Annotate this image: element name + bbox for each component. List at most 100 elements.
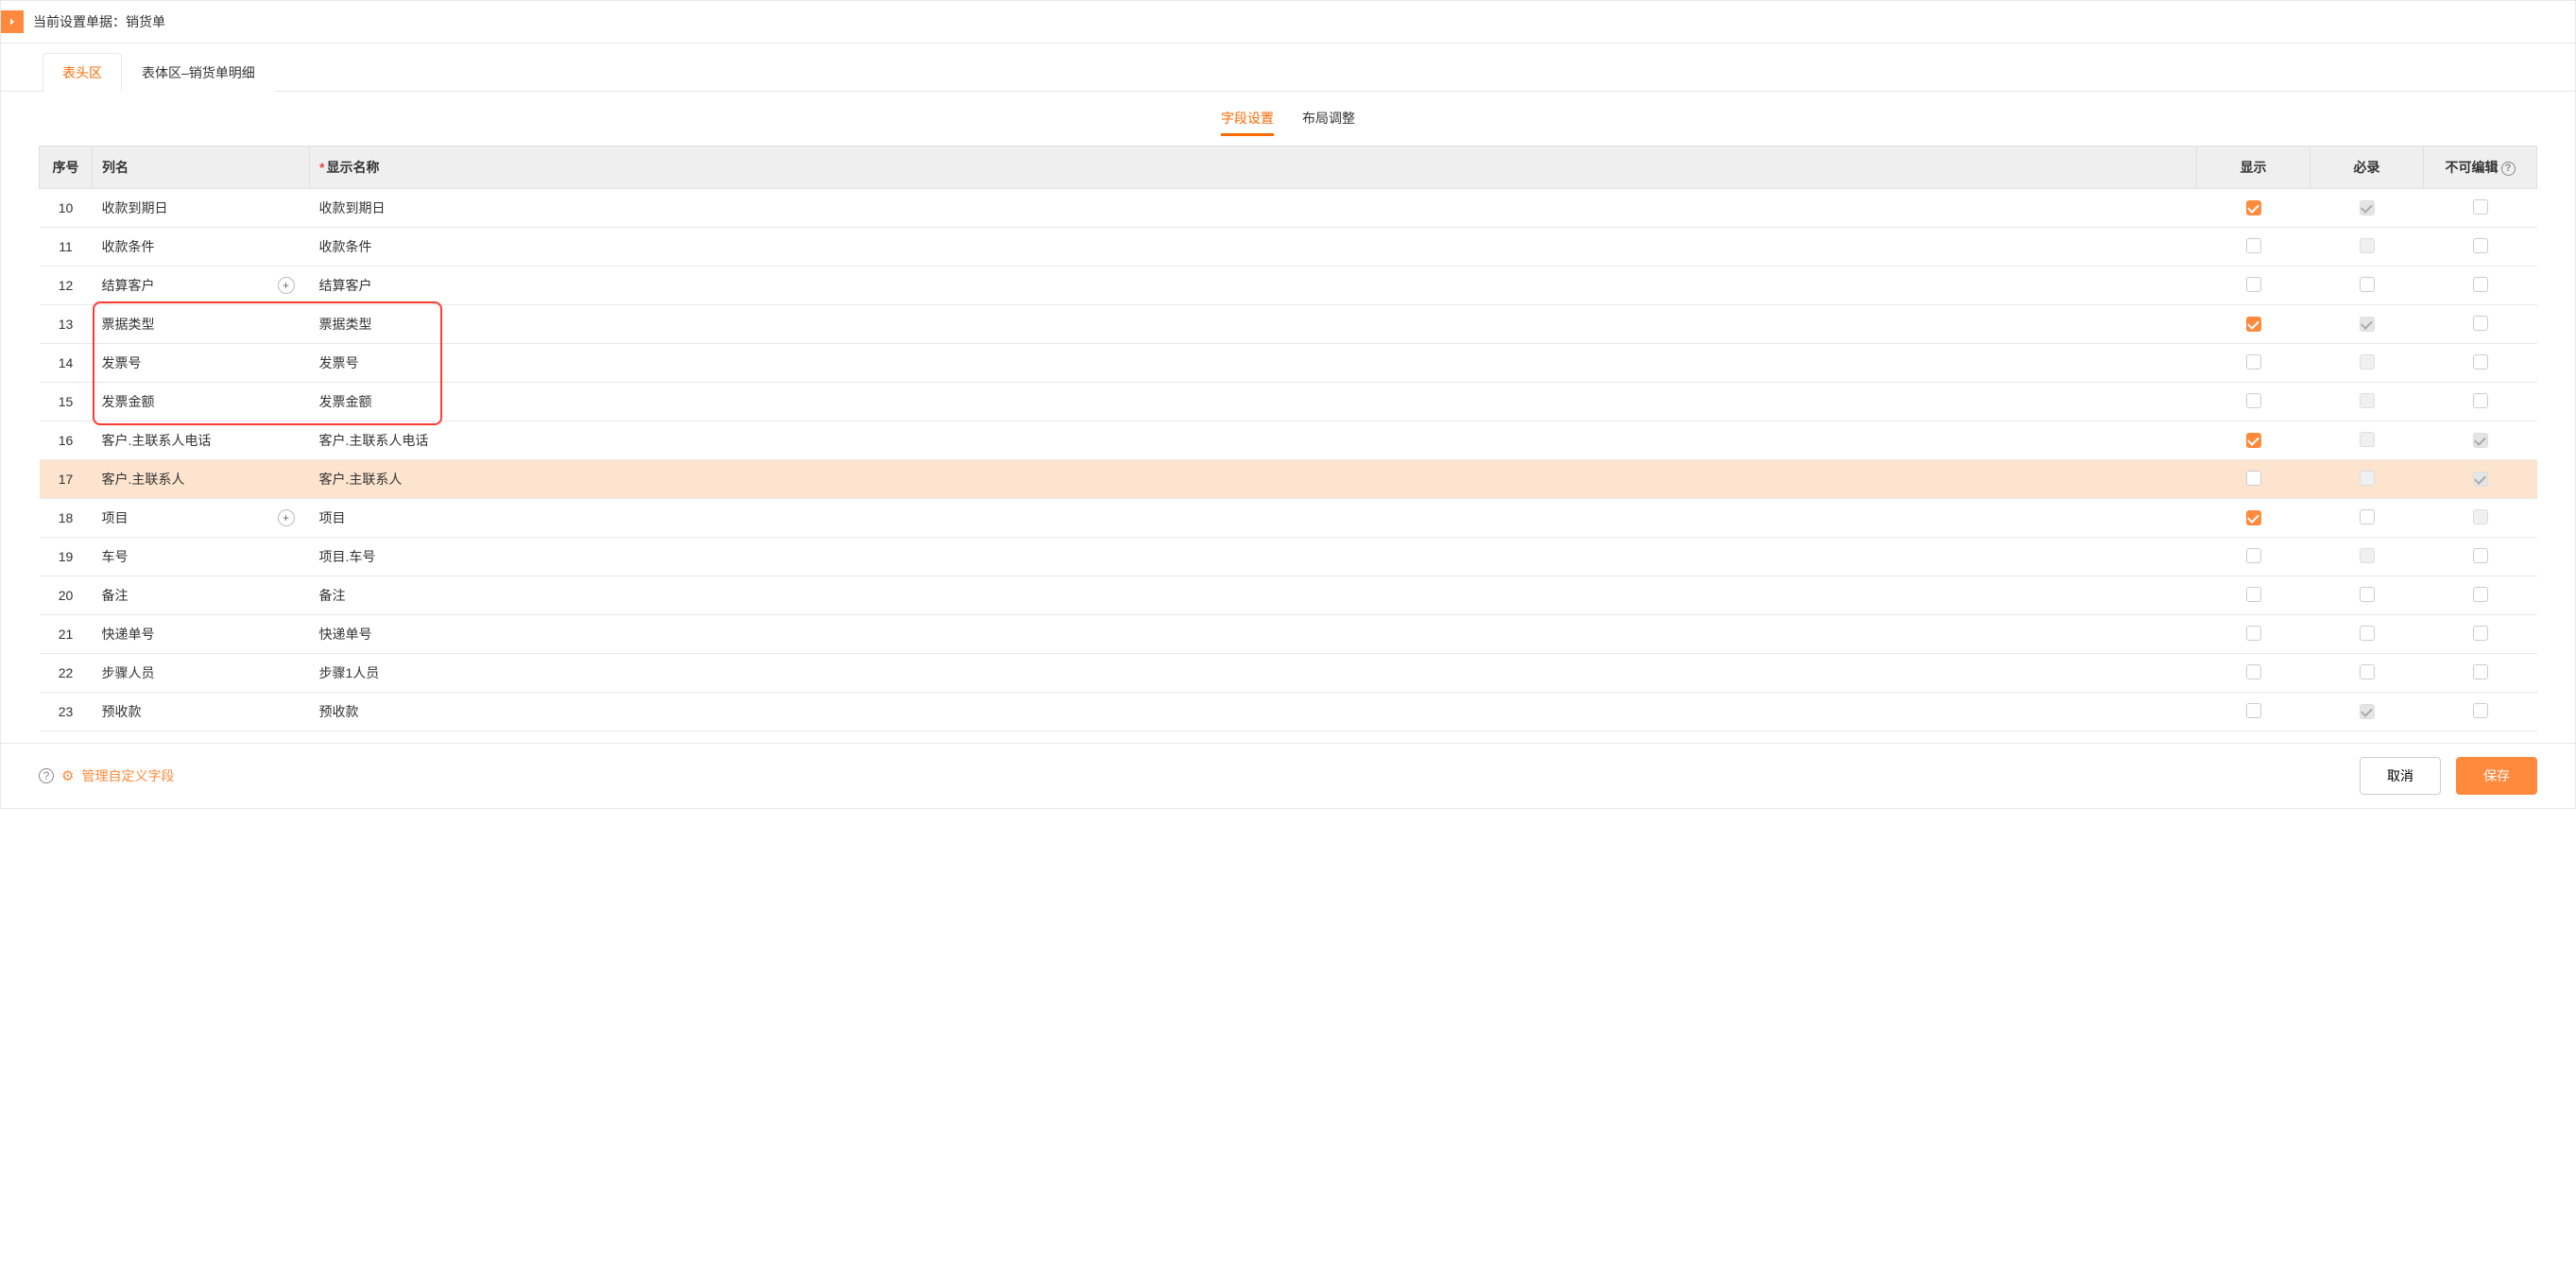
checkbox-show[interactable] — [2246, 587, 2261, 602]
cell-show — [2197, 654, 2310, 693]
checkbox-show[interactable] — [2246, 433, 2261, 448]
checkbox-required — [2360, 471, 2375, 486]
checkbox-locked[interactable] — [2473, 703, 2488, 718]
cell-required — [2310, 693, 2424, 731]
help-icon[interactable]: ? — [2501, 162, 2516, 176]
cell-display-name[interactable]: 结算客户 — [310, 266, 2197, 305]
cell-display-name[interactable]: 快递单号 — [310, 615, 2197, 654]
checkbox-locked[interactable] — [2473, 664, 2488, 679]
checkbox-show[interactable] — [2246, 664, 2261, 679]
checkbox-show[interactable] — [2246, 548, 2261, 563]
checkbox-show[interactable] — [2246, 471, 2261, 486]
checkbox-required[interactable] — [2360, 509, 2375, 524]
cell-display-name[interactable]: 项目 — [310, 499, 2197, 538]
checkbox-required[interactable] — [2360, 277, 2375, 292]
question-icon[interactable]: ? — [39, 768, 54, 783]
tab-1[interactable]: 表体区–销货单明细 — [122, 53, 275, 92]
cell-seq: 14 — [40, 344, 93, 383]
cell-name: 项目+ — [93, 499, 310, 538]
cell-required — [2310, 344, 2424, 383]
field-name-label: 备注 — [102, 586, 129, 605]
checkbox-show[interactable] — [2246, 277, 2261, 292]
cell-display-name[interactable]: 客户.主联系人 — [310, 460, 2197, 499]
field-table: 序号 列名 *显示名称 显示 必录 不可编辑? 10收款到期日收款到期日11收款… — [39, 146, 2537, 731]
cell-seq: 23 — [40, 693, 93, 731]
cell-name: 客户.主联系人电话 — [93, 421, 310, 460]
cancel-button[interactable]: 取消 — [2360, 757, 2441, 795]
sub-tab-0[interactable]: 字段设置 — [1221, 109, 1274, 136]
checkbox-locked[interactable] — [2473, 393, 2488, 408]
cell-locked — [2424, 615, 2537, 654]
table-row: 12结算客户+结算客户 — [40, 266, 2537, 305]
checkbox-show[interactable] — [2246, 510, 2261, 525]
cell-display-name[interactable]: 项目.车号 — [310, 538, 2197, 576]
tab-bar: 表头区表体区–销货单明细 — [1, 53, 2575, 92]
sub-tabs: 字段设置 布局调整 — [1, 92, 2575, 146]
cell-name: 收款条件 — [93, 228, 310, 266]
checkbox-locked — [2473, 472, 2488, 487]
checkbox-required[interactable] — [2360, 626, 2375, 641]
checkbox-show[interactable] — [2246, 703, 2261, 718]
cell-required — [2310, 576, 2424, 615]
sub-tab-1[interactable]: 布局调整 — [1302, 109, 1355, 136]
checkbox-locked[interactable] — [2473, 587, 2488, 602]
checkbox-locked[interactable] — [2473, 316, 2488, 331]
tab-0[interactable]: 表头区 — [43, 53, 122, 93]
th-required: 必录 — [2310, 146, 2424, 189]
th-show: 显示 — [2197, 146, 2310, 189]
cell-required — [2310, 499, 2424, 538]
cell-display-name[interactable]: 收款到期日 — [310, 189, 2197, 228]
cell-display-name[interactable]: 备注 — [310, 576, 2197, 615]
checkbox-show[interactable] — [2246, 317, 2261, 332]
checkbox-show[interactable] — [2246, 626, 2261, 641]
manage-custom-fields-link[interactable]: 管理自定义字段 — [81, 766, 174, 785]
checkbox-locked[interactable] — [2473, 277, 2488, 292]
plus-icon[interactable]: + — [278, 277, 295, 294]
cell-display-name[interactable]: 步骤1人员 — [310, 654, 2197, 693]
cell-seq: 22 — [40, 654, 93, 693]
table-row: 10收款到期日收款到期日 — [40, 189, 2537, 228]
checkbox-locked[interactable] — [2473, 238, 2488, 253]
th-locked: 不可编辑? — [2424, 146, 2537, 189]
cell-display-name[interactable]: 发票金额 — [310, 383, 2197, 421]
expand-toggle[interactable] — [1, 10, 24, 33]
cell-required — [2310, 654, 2424, 693]
checkbox-required — [2360, 548, 2375, 563]
cell-show — [2197, 460, 2310, 499]
cell-display-name[interactable]: 票据类型 — [310, 305, 2197, 344]
cell-display-name[interactable]: 发票号 — [310, 344, 2197, 383]
cell-name: 预收款 — [93, 693, 310, 731]
cell-locked — [2424, 499, 2537, 538]
checkbox-show[interactable] — [2246, 354, 2261, 370]
checkbox-locked[interactable] — [2473, 354, 2488, 370]
cell-seq: 12 — [40, 266, 93, 305]
footer-left: ? ⚙ 管理自定义字段 — [39, 766, 174, 785]
cell-name: 结算客户+ — [93, 266, 310, 305]
checkbox-show[interactable] — [2246, 200, 2261, 215]
field-name-label: 收款到期日 — [102, 198, 168, 217]
cell-display-name[interactable]: 预收款 — [310, 693, 2197, 731]
cell-name: 步骤人员 — [93, 654, 310, 693]
cell-seq: 16 — [40, 421, 93, 460]
save-button[interactable]: 保存 — [2456, 757, 2537, 795]
plus-icon[interactable]: + — [278, 509, 295, 526]
cell-display-name[interactable]: 客户.主联系人电话 — [310, 421, 2197, 460]
cell-locked — [2424, 421, 2537, 460]
checkbox-locked[interactable] — [2473, 626, 2488, 641]
checkbox-required[interactable] — [2360, 587, 2375, 602]
cell-name: 发票金额 — [93, 383, 310, 421]
chevron-right-icon — [7, 16, 18, 27]
cell-display-name[interactable]: 收款条件 — [310, 228, 2197, 266]
checkbox-locked[interactable] — [2473, 199, 2488, 215]
checkbox-required[interactable] — [2360, 664, 2375, 679]
table-row: 18项目+项目 — [40, 499, 2537, 538]
checkbox-show[interactable] — [2246, 393, 2261, 408]
checkbox-required — [2360, 432, 2375, 447]
cell-name: 票据类型 — [93, 305, 310, 344]
checkbox-show[interactable] — [2246, 238, 2261, 253]
table-row: 13票据类型票据类型 — [40, 305, 2537, 344]
th-name: 列名 — [93, 146, 310, 189]
cell-show — [2197, 615, 2310, 654]
checkbox-locked[interactable] — [2473, 548, 2488, 563]
cell-locked — [2424, 654, 2537, 693]
